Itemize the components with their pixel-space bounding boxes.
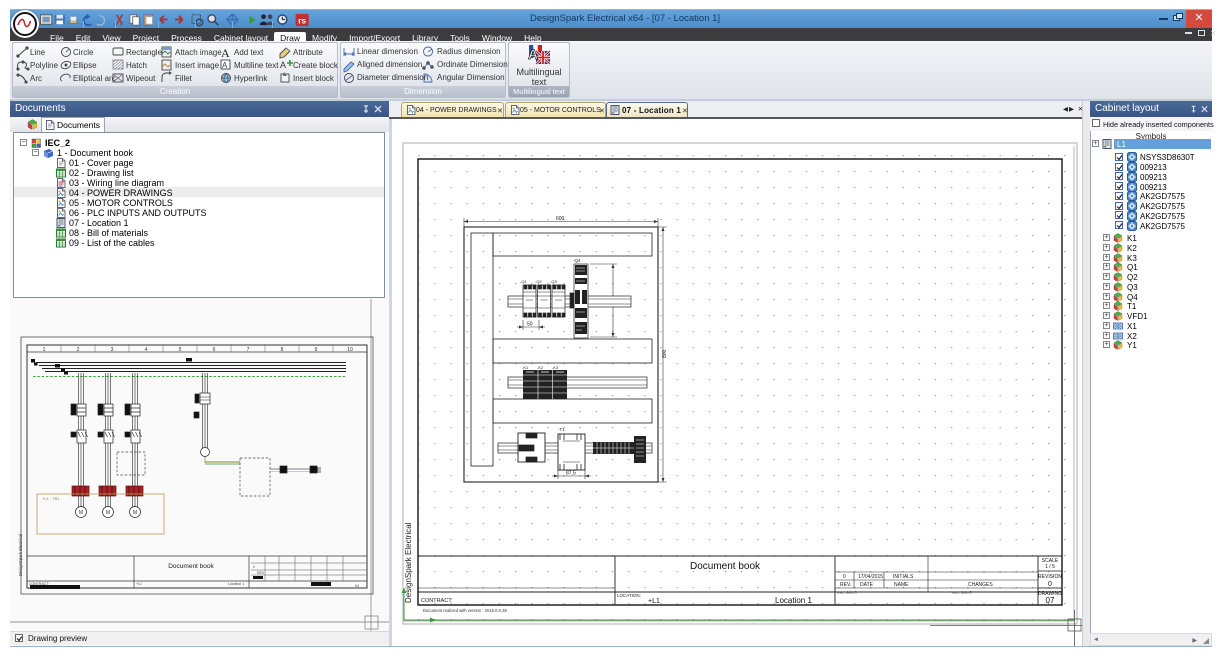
svg-text:4: 4 — [145, 347, 148, 353]
svg-text:-Q3: -Q3 — [550, 279, 557, 284]
svg-text:REV.: REV. — [840, 582, 851, 588]
svg-text:REVISION: REVISION — [1038, 574, 1062, 580]
svg-text:+L1: +L1 — [648, 598, 660, 605]
svg-text:Location 1: Location 1 — [775, 596, 812, 605]
svg-text:INITIALS: INITIALS — [893, 574, 914, 580]
svg-text:0: 0 — [253, 565, 255, 569]
svg-text:rs: rs — [298, 15, 306, 25]
svg-text:DesignSpark Electrical: DesignSpark Electrical — [18, 534, 23, 576]
svg-text:A: A — [528, 46, 538, 62]
svg-text:1: 1 — [43, 347, 46, 353]
svg-text:DATE: DATE — [860, 582, 874, 588]
svg-text:NAME: NAME — [894, 582, 909, 588]
svg-text:M: M — [79, 510, 83, 516]
svg-text:-Q4: -Q4 — [573, 258, 581, 263]
svg-text:2: 2 — [77, 347, 80, 353]
svg-text:87,5: 87,5 — [566, 471, 576, 477]
svg-text:+L1 - TB1: +L1 - TB1 — [42, 496, 60, 501]
svg-text:REV: REV — [257, 571, 265, 575]
svg-text:-T1: -T1 — [558, 427, 565, 432]
svg-text:user data 1: user data 1 — [837, 590, 858, 595]
svg-text:A: A — [222, 61, 228, 70]
svg-text:-Q2: -Q2 — [535, 279, 542, 284]
svg-text:CONTRACT:: CONTRACT: — [421, 598, 453, 604]
svg-text:Document book: Document book — [168, 563, 214, 570]
svg-text:9: 9 — [315, 347, 318, 353]
svg-text:5: 5 — [179, 347, 182, 353]
svg-text:10: 10 — [347, 347, 353, 353]
svg-text:+L1: +L1 — [136, 582, 142, 586]
svg-text:LOCATION:: LOCATION: — [617, 593, 641, 598]
svg-text:Location 1: Location 1 — [228, 582, 244, 586]
svg-text:-Q1: -Q1 — [520, 279, 527, 284]
svg-text:CHANGES: CHANGES — [968, 582, 993, 588]
svg-text:6: 6 — [213, 347, 216, 353]
svg-text:-K2: -K2 — [537, 365, 544, 370]
svg-text:8: 8 — [281, 347, 284, 353]
svg-text:3: 3 — [111, 347, 114, 353]
svg-text:1 / 5: 1 / 5 — [1045, 564, 1055, 570]
svg-text:0: 0 — [843, 574, 846, 580]
svg-text:user data 2: user data 2 — [952, 590, 973, 595]
svg-text:17/04/2015: 17/04/2015 — [858, 574, 883, 580]
svg-text:7: 7 — [247, 347, 250, 353]
svg-text:A: A — [221, 46, 230, 60]
svg-text:-K1: -K1 — [522, 365, 529, 370]
svg-text:Document realized with version: Document realized with version : 2015.0.… — [423, 608, 507, 613]
svg-text:07: 07 — [1046, 596, 1055, 605]
svg-text:A: A — [280, 60, 286, 70]
svg-text:04: 04 — [355, 584, 359, 588]
svg-text:600: 600 — [556, 216, 565, 222]
svg-text:-K3: -K3 — [552, 365, 559, 370]
svg-text:50: 50 — [527, 322, 533, 328]
svg-text:Document book: Document book — [690, 561, 761, 572]
svg-text:800: 800 — [662, 349, 668, 358]
svg-text:0: 0 — [1048, 581, 1052, 588]
